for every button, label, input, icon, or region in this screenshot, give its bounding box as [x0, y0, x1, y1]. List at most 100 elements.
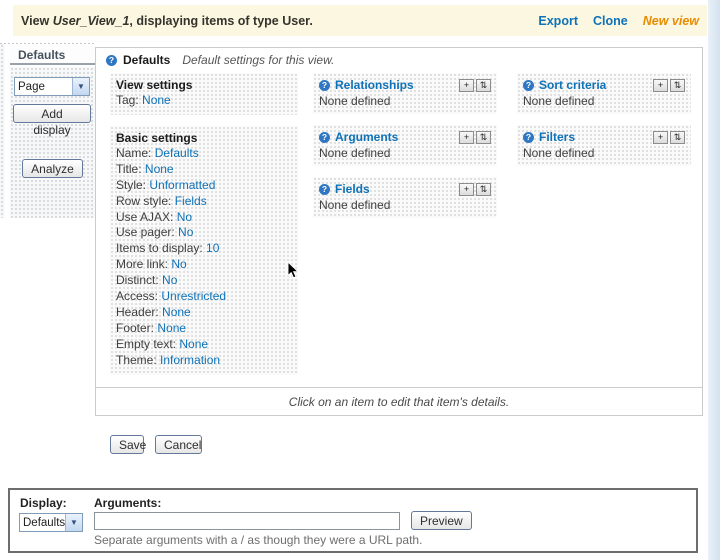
add-icon[interactable]: + [653, 78, 668, 92]
setting-value-link[interactable]: No [171, 257, 186, 271]
setting-row: Theme: Information [116, 352, 221, 367]
panel-subtitle: Default settings for this view. [182, 53, 335, 67]
arguments-box: ? Arguments + ⇅ None defined [313, 125, 497, 166]
view-settings-box: View settings Tag: None [110, 73, 298, 115]
display-type-select[interactable]: Page ▼ [14, 77, 90, 96]
setting-value-link[interactable]: Fields [175, 194, 207, 208]
setting-value-link[interactable]: No [162, 273, 177, 287]
view-name: User_View_1 [52, 13, 130, 28]
setting-row: Access: Unrestricted [116, 289, 227, 304]
arguments-title-link[interactable]: Arguments [335, 130, 398, 144]
rearrange-icon[interactable]: ⇅ [476, 78, 491, 92]
setting-row: Use pager: No [116, 225, 194, 240]
settings-column-2: ? Relationships + ⇅ None defined ? Argum… [313, 73, 497, 218]
panel-hint: Click on an item to edit that item's det… [96, 387, 702, 415]
setting-row: Footer: None [116, 320, 187, 335]
help-icon[interactable]: ? [106, 54, 117, 66]
help-icon[interactable]: ? [319, 183, 330, 195]
tabs-gutter [0, 44, 5, 218]
setting-row: Style: Unformatted [116, 177, 216, 192]
view-settings-title: View settings [116, 78, 193, 92]
display-type-select-value: Page [18, 80, 45, 93]
add-icon[interactable]: + [653, 130, 668, 144]
help-icon[interactable]: ? [319, 131, 330, 143]
setting-value-link[interactable]: Defaults [155, 146, 199, 160]
filters-box: ? Filters + ⇅ None defined [517, 125, 691, 166]
setting-value-link[interactable]: No [177, 210, 192, 224]
panel-title: Defaults [123, 53, 171, 67]
display-controls: Page ▼ Add display Analyze [10, 67, 95, 218]
help-icon[interactable]: ? [523, 79, 534, 91]
add-icon[interactable]: + [459, 182, 474, 196]
setting-value-link[interactable]: Unrestricted [161, 289, 226, 303]
setting-row: Distinct: No [116, 273, 178, 288]
chevron-down-icon: ▼ [65, 514, 82, 531]
export-link[interactable]: Export [538, 14, 578, 28]
basic-settings-title: Basic settings [116, 130, 198, 145]
setting-value-link[interactable]: None [157, 321, 186, 335]
add-icon[interactable]: + [459, 78, 474, 92]
views-ui-screen: View User_View_1, displaying items of ty… [0, 0, 720, 560]
save-button[interactable]: Save [110, 435, 146, 454]
page-background-strip [708, 0, 720, 560]
preview-button[interactable]: Preview [411, 511, 472, 530]
setting-row: Items to display: 10 [116, 241, 220, 256]
arguments-label: Arguments: [94, 496, 162, 510]
setting-row: More link: No [116, 257, 187, 272]
help-icon[interactable]: ? [523, 131, 534, 143]
rearrange-icon[interactable]: ⇅ [670, 78, 685, 92]
filters-title-link[interactable]: Filters [539, 130, 575, 144]
cancel-button[interactable]: Cancel [155, 435, 202, 454]
view-settings-rows: Tag: None [116, 93, 292, 109]
view-header-bar: View User_View_1, displaying items of ty… [13, 5, 707, 36]
chevron-down-icon: ▼ [72, 78, 89, 95]
basic-settings-rows: Name: Defaults Title: None Style: Unform… [116, 146, 292, 369]
setting-value-link[interactable]: None [142, 93, 171, 107]
fields-empty-text: None defined [319, 198, 391, 212]
preview-display-select-value: Defaults [23, 516, 65, 529]
setting-value-link[interactable]: Unformatted [149, 178, 215, 192]
rearrange-icon[interactable]: ⇅ [476, 130, 491, 144]
arguments-help-text: Separate arguments with a / as though th… [94, 533, 423, 547]
rearrange-icon[interactable]: ⇅ [670, 130, 685, 144]
setting-value-link[interactable]: No [178, 225, 193, 239]
view-actions: Export Clone New view [538, 14, 699, 28]
setting-value-link[interactable]: None [162, 305, 191, 319]
relationships-empty-text: None defined [319, 94, 391, 108]
help-icon[interactable]: ? [319, 79, 330, 91]
basic-settings-box: Basic settings Name: Defaults Title: Non… [110, 125, 298, 375]
view-title: View User_View_1, displaying items of ty… [21, 13, 313, 28]
sort-criteria-box: ? Sort criteria + ⇅ None defined [517, 73, 691, 114]
setting-value-link[interactable]: None [179, 337, 208, 351]
add-icon[interactable]: + [459, 130, 474, 144]
tab-defaults[interactable]: Defaults [10, 46, 95, 65]
rearrange-icon[interactable]: ⇅ [476, 182, 491, 196]
setting-row: Name: Defaults [116, 145, 199, 160]
tabs-topline [0, 43, 95, 44]
arguments-input[interactable] [94, 512, 400, 530]
fields-title-link[interactable]: Fields [335, 182, 370, 196]
setting-row: Use AJAX: No [116, 209, 193, 224]
relationships-box: ? Relationships + ⇅ None defined [313, 73, 497, 114]
settings-column-3: ? Sort criteria + ⇅ None defined ? Filte… [517, 73, 691, 166]
setting-row: Empty text: None [116, 336, 209, 351]
setting-value-link[interactable]: 10 [206, 241, 219, 255]
arguments-empty-text: None defined [319, 146, 391, 160]
add-display-button[interactable]: Add display [13, 104, 91, 137]
relationships-title-link[interactable]: Relationships [335, 78, 414, 92]
setting-row: Header: None [116, 304, 191, 319]
setting-row: Tag: None [116, 93, 171, 107]
settings-column-1: View settings Tag: None Basic settings N… [110, 73, 298, 375]
analyze-button[interactable]: Analyze [22, 159, 83, 178]
setting-value-link[interactable]: None [145, 162, 174, 176]
display-settings-panel: ? Defaults Default settings for this vie… [95, 47, 703, 416]
clone-link[interactable]: Clone [593, 14, 628, 28]
display-label: Display: [20, 496, 67, 510]
sort-criteria-title-link[interactable]: Sort criteria [539, 78, 606, 92]
fields-box: ? Fields + ⇅ None defined [313, 177, 497, 218]
new-view-link[interactable]: New view [643, 14, 699, 28]
setting-value-link[interactable]: Information [160, 353, 220, 367]
panel-header: ? Defaults Default settings for this vie… [96, 48, 702, 69]
setting-row: Title: None [116, 161, 174, 176]
preview-display-select[interactable]: Defaults ▼ [19, 513, 83, 532]
